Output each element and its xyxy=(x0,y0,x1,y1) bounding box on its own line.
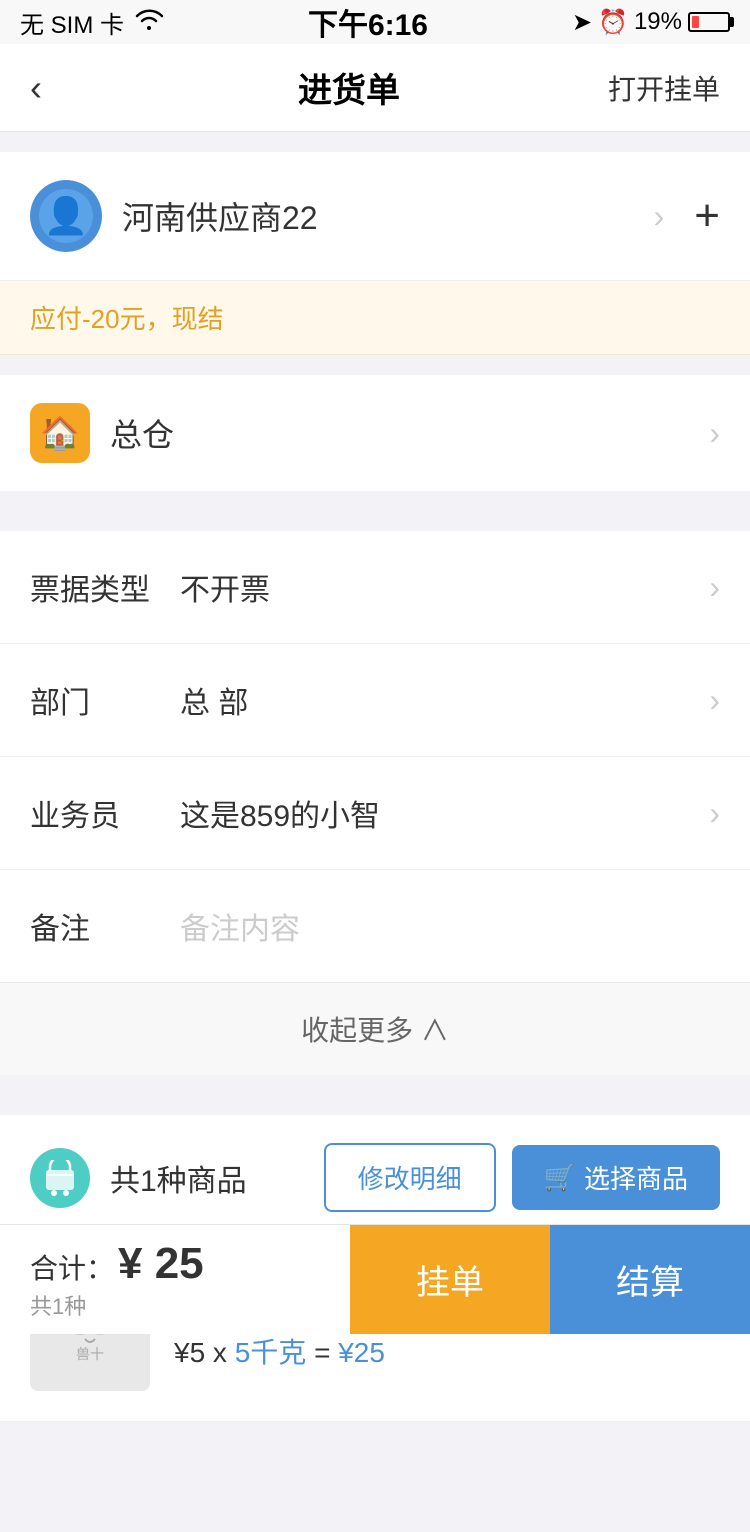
supplier-avatar: 👤 xyxy=(30,180,102,252)
open-hold-button[interactable]: 打开挂单 xyxy=(608,68,720,108)
remark-value: 备注内容 xyxy=(160,904,720,948)
bottom-spacer xyxy=(0,1422,750,1532)
cart-add-icon: 🛒 xyxy=(544,1162,576,1193)
total-label: 合计： xyxy=(30,1247,114,1287)
product-count-icon-wrap xyxy=(30,1148,90,1208)
hold-button[interactable]: 挂单 xyxy=(350,1225,550,1334)
collapse-bar[interactable]: 收起更多 ∧ xyxy=(0,982,750,1075)
status-left: 无 SIM 卡 xyxy=(20,5,164,40)
checkout-button[interactable]: 结算 xyxy=(550,1225,750,1334)
warehouse-chevron-icon: › xyxy=(709,415,720,452)
warehouse-row[interactable]: 🏠 总仓 › xyxy=(0,375,750,491)
add-supplier-button[interactable]: + xyxy=(694,191,720,241)
total-count: 共1种 xyxy=(30,1289,320,1321)
alarm-icon: ⏰ xyxy=(598,8,628,37)
page-title: 进货单 xyxy=(298,63,400,112)
status-time: 下午6:16 xyxy=(308,0,428,44)
salesperson-label: 业务员 xyxy=(30,791,160,835)
product-total: ¥25 xyxy=(338,1337,385,1368)
gap-4 xyxy=(0,1075,750,1095)
warehouse-icon-wrap: 🏠 xyxy=(30,403,90,463)
product-count-text: 共1种商品 xyxy=(110,1156,324,1200)
equals-sign: = xyxy=(314,1337,338,1368)
wifi-icon xyxy=(134,8,164,37)
warehouse-icon: 🏠 xyxy=(40,414,80,452)
total-section: 合计： ¥ 25 共1种 xyxy=(0,1225,350,1334)
unit-price: ¥5 x xyxy=(174,1337,235,1368)
warehouse-section: 🏠 总仓 › xyxy=(0,375,750,491)
gap-3 xyxy=(0,491,750,511)
remark-row[interactable]: 备注 备注内容 xyxy=(0,870,750,982)
warehouse-name: 总仓 xyxy=(110,410,709,456)
status-bar: 无 SIM 卡 下午6:16 ➤ ⏰ 19% xyxy=(0,0,750,44)
person-icon: 👤 xyxy=(44,195,89,237)
department-label: 部门 xyxy=(30,678,160,722)
department-row[interactable]: 部门 总 部 › xyxy=(0,644,750,757)
supplier-section: 👤 河南供应商22 › + 应付-20元，现结 xyxy=(0,152,750,355)
gap-2 xyxy=(0,355,750,375)
total-amount: ¥ 25 xyxy=(118,1239,204,1289)
battery-icon xyxy=(688,12,730,32)
back-button[interactable]: ‹ xyxy=(30,67,90,109)
select-product-label: 选择商品 xyxy=(584,1159,688,1196)
edit-detail-button[interactable]: 修改明细 xyxy=(324,1143,496,1212)
product-qty: 5千克 xyxy=(235,1337,307,1368)
ticket-type-chevron-icon: › xyxy=(709,569,720,606)
select-product-button[interactable]: 🛒 选择商品 xyxy=(512,1145,720,1210)
salesperson-chevron-icon: › xyxy=(709,795,720,832)
products-header: 共1种商品 修改明细 🛒 选择商品 xyxy=(0,1115,750,1241)
department-value: 总 部 xyxy=(160,678,709,722)
bottom-bar: 合计： ¥ 25 共1种 挂单 结算 xyxy=(0,1224,750,1334)
cart-icon xyxy=(42,1160,78,1196)
ticket-type-label: 票据类型 xyxy=(30,565,160,609)
location-icon: ➤ xyxy=(572,8,592,37)
remark-label: 备注 xyxy=(30,904,160,948)
gap-1 xyxy=(0,132,750,152)
form-section: 票据类型 不开票 › 部门 总 部 › 业务员 这是859的小智 › 备注 备注… xyxy=(0,531,750,982)
salesperson-row[interactable]: 业务员 这是859的小智 › xyxy=(0,757,750,870)
supplier-actions: › + xyxy=(654,191,720,241)
supplier-chevron-icon: › xyxy=(654,198,665,235)
collapse-label: 收起更多 ∧ xyxy=(301,1009,449,1049)
status-right: ➤ ⏰ 19% xyxy=(572,8,730,37)
product-price: ¥5 x 5千克 = ¥25 xyxy=(174,1331,656,1371)
ticket-type-value: 不开票 xyxy=(160,565,709,609)
ticket-type-row[interactable]: 票据类型 不开票 › xyxy=(0,531,750,644)
department-chevron-icon: › xyxy=(709,682,720,719)
svg-text:兽十: 兽十 xyxy=(76,1346,104,1362)
supplier-name: 河南供应商22 xyxy=(122,193,654,239)
supplier-notice: 应付-20元，现结 xyxy=(0,281,750,355)
battery-percent: 19% xyxy=(634,8,682,36)
carrier-label: 无 SIM 卡 xyxy=(20,5,124,40)
supplier-row[interactable]: 👤 河南供应商22 › + xyxy=(0,152,750,281)
nav-bar: ‹ 进货单 打开挂单 xyxy=(0,44,750,132)
salesperson-value: 这是859的小智 xyxy=(160,791,709,835)
